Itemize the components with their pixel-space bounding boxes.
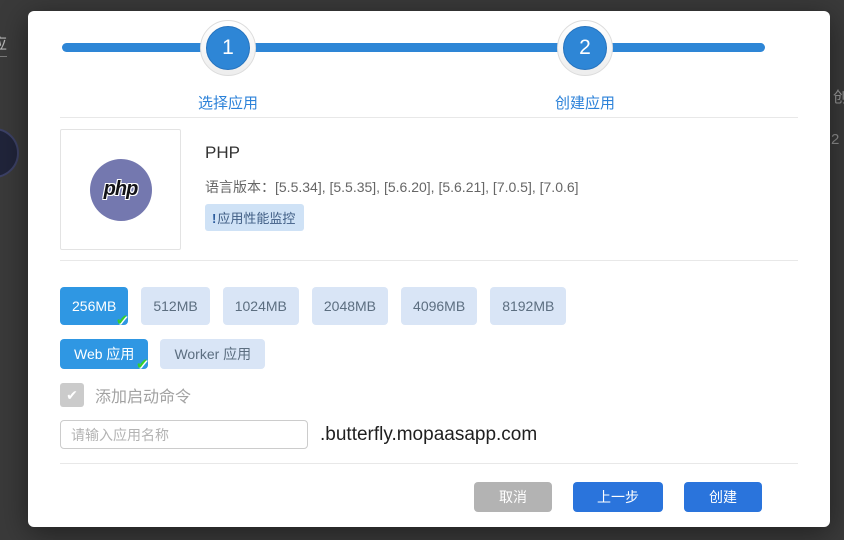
memory-option-label: 8192MB bbox=[502, 298, 555, 314]
background-partial-text: 2 bbox=[831, 131, 840, 148]
step-2-indicator: 2 bbox=[557, 20, 613, 76]
check-icon: ✔ bbox=[66, 386, 78, 403]
memory-option-label: 4096MB bbox=[413, 298, 466, 314]
memory-option-label: 512MB bbox=[153, 298, 198, 314]
app-type-options: Web 应用 ✔ Worker 应用 bbox=[60, 339, 266, 373]
create-button[interactable]: 创建 bbox=[684, 482, 762, 512]
step-1-number: 1 bbox=[206, 26, 250, 70]
memory-option-2048mb[interactable]: 2048MB bbox=[311, 287, 389, 325]
app-type-worker[interactable]: Worker 应用 bbox=[160, 339, 266, 369]
performance-monitor-badge: !应用性能监控 bbox=[205, 204, 305, 231]
app-name-input[interactable] bbox=[60, 420, 308, 449]
app-type-web[interactable]: Web 应用 ✔ bbox=[60, 339, 149, 373]
step-2-label: 创建应用 bbox=[554, 95, 615, 112]
stepper-progress-bar bbox=[62, 43, 765, 52]
php-logo-text: php bbox=[103, 178, 139, 200]
step-1-indicator: 1 bbox=[200, 20, 256, 76]
memory-option-512mb[interactable]: 512MB bbox=[141, 287, 210, 325]
memory-option-8192mb[interactable]: 8192MB bbox=[490, 287, 567, 325]
cancel-button[interactable]: 取消 bbox=[474, 482, 552, 512]
app-title: PHP bbox=[205, 143, 240, 162]
app-type-label: Web 应用 bbox=[74, 346, 135, 362]
memory-option-1024mb[interactable]: 1024MB bbox=[222, 287, 299, 325]
background-avatar-circle bbox=[0, 128, 19, 178]
domain-suffix: .butterfly.mopaasapp.com bbox=[320, 423, 538, 445]
memory-option-256mb[interactable]: 256MB ✔ bbox=[60, 287, 129, 329]
memory-option-4096mb[interactable]: 4096MB bbox=[401, 287, 478, 325]
startup-command-checkbox[interactable]: ✔ bbox=[60, 383, 84, 407]
background-partial-text: 创 bbox=[833, 89, 844, 106]
app-name-row: .butterfly.mopaasapp.com bbox=[60, 420, 537, 449]
memory-size-options: 256MB ✔ 512MB 1024MB 2048MB 4096MB 8192M… bbox=[60, 287, 567, 329]
previous-step-button[interactable]: 上一步 bbox=[573, 482, 663, 512]
memory-option-label: 2048MB bbox=[323, 298, 377, 314]
divider bbox=[60, 117, 798, 118]
app-type-label: Worker 应用 bbox=[174, 346, 252, 362]
dialog-footer: 取消 上一步 创建 bbox=[474, 482, 762, 512]
divider bbox=[60, 463, 798, 464]
check-icon: ✔ bbox=[115, 312, 129, 329]
app-logo-box: php bbox=[60, 129, 181, 250]
exclamation-icon: ! bbox=[212, 211, 217, 226]
step-1-label: 选择应用 bbox=[197, 95, 258, 112]
check-icon: ✔ bbox=[135, 356, 149, 373]
memory-option-label: 1024MB bbox=[234, 298, 287, 314]
php-logo-icon: php bbox=[89, 158, 152, 221]
startup-command-label: 添加启动命令 bbox=[95, 389, 192, 406]
background-partial-text: 应 bbox=[0, 30, 8, 57]
performance-monitor-label: 应用性能监控 bbox=[217, 211, 296, 226]
app-language-versions: 语言版本：[5.5.34], [5.5.35], [5.6.20], [5.6.… bbox=[205, 179, 579, 195]
divider bbox=[60, 260, 798, 261]
step-2-number: 2 bbox=[563, 26, 607, 70]
memory-option-label: 256MB bbox=[72, 298, 117, 314]
create-app-dialog: 1 2 选择应用 创建应用 php PHP 语言版本：[5.5.34], [5.… bbox=[28, 11, 830, 527]
startup-command-row: ✔ 添加启动命令 bbox=[60, 383, 191, 407]
